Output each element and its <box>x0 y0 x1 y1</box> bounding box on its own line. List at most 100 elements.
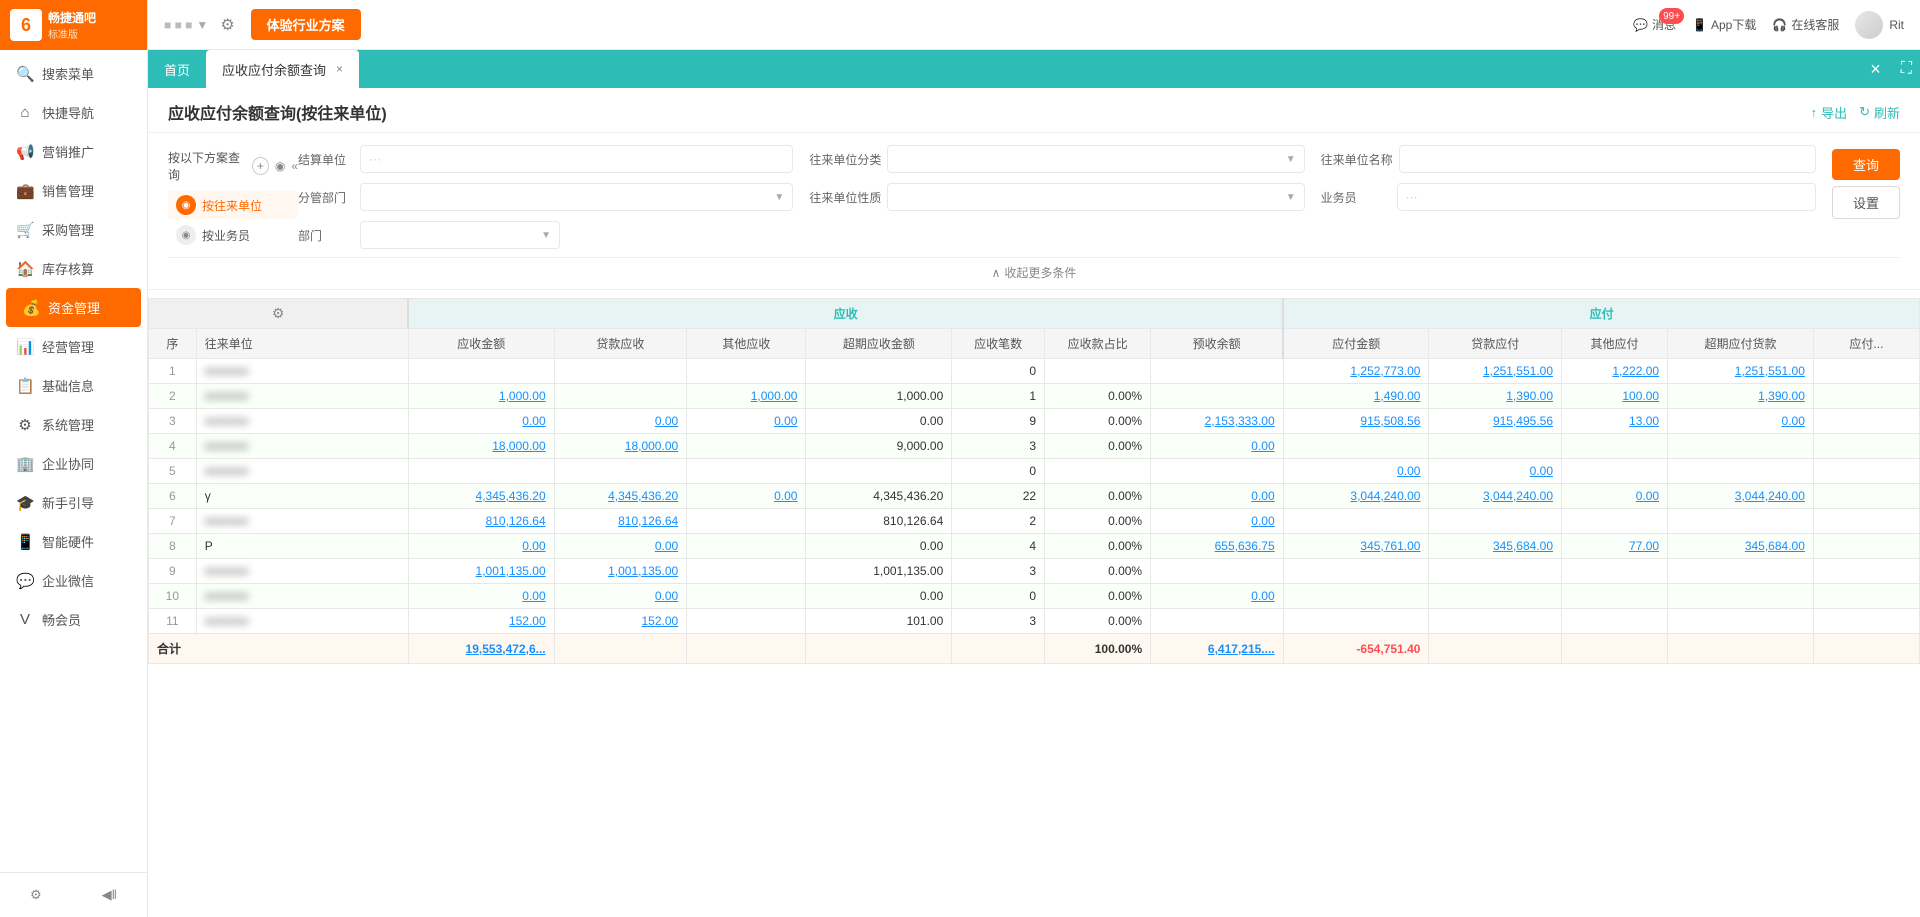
refresh-button[interactable]: ↻ 刷新 <box>1859 103 1900 122</box>
category-dropdown[interactable]: ▼ <box>887 145 1304 173</box>
dept-dropdown[interactable]: ▼ <box>360 221 560 249</box>
table-cell[interactable]: 3,044,240.00 <box>1283 484 1429 509</box>
sidebar-item-enterprise[interactable]: 🏢企业协同 <box>0 444 147 483</box>
sidebar-item-purchase[interactable]: 🛒采购管理 <box>0 210 147 249</box>
table-cell[interactable]: 1,390.00 <box>1429 384 1562 409</box>
salesman-input[interactable]: ··· <box>1397 183 1816 211</box>
table-cell[interactable]: 2,153,333.00 <box>1151 409 1284 434</box>
sidebar-item-quicknav[interactable]: ⌂快捷导航 <box>0 93 147 132</box>
table-cell: ■■■■■■ <box>196 409 408 434</box>
sidebar-item-wechat[interactable]: 💬企业微信 <box>0 561 147 600</box>
table-cell[interactable]: 18,000.00 <box>554 434 687 459</box>
table-cell[interactable]: 915,508.56 <box>1283 409 1429 434</box>
table-cell[interactable]: 810,126.64 <box>554 509 687 534</box>
table-cell[interactable]: 0.00 <box>1151 434 1284 459</box>
tab-close-icon[interactable]: × <box>336 62 343 76</box>
gear-icon[interactable]: ⚙ <box>220 15 234 35</box>
table-cell[interactable]: 100.00 <box>1562 384 1668 409</box>
dept-mgr-dropdown[interactable]: ▼ <box>360 183 793 211</box>
table-cell[interactable]: 345,684.00 <box>1429 534 1562 559</box>
export-button[interactable]: ↑ 导出 <box>1811 103 1848 122</box>
service-action[interactable]: 🎧 在线客服 <box>1772 16 1839 33</box>
table-cell[interactable]: 0.00 <box>408 409 554 434</box>
query-button[interactable]: 查询 <box>1832 149 1900 180</box>
filter-collapse-icon[interactable]: « <box>291 159 298 173</box>
sidebar-item-search[interactable]: 🔍搜索菜单 <box>0 54 147 93</box>
footer-collapse[interactable]: ◀‖ <box>90 881 129 909</box>
query-by-partner[interactable]: ◉ 按往来单位 <box>168 191 298 219</box>
tab-home[interactable]: 首页 <box>148 50 206 88</box>
nature-dropdown[interactable]: ▼ <box>887 183 1304 211</box>
tfoot-label: 合计 <box>149 634 409 664</box>
sidebar-item-hardware[interactable]: 📱智能硬件 <box>0 522 147 561</box>
sidebar-item-sales[interactable]: 💼销售管理 <box>0 171 147 210</box>
table-cell[interactable]: 915,495.56 <box>1429 409 1562 434</box>
table-row: 7■■■■■■810,126.64810,126.64810,126.6420.… <box>149 509 1920 534</box>
sidebar-item-vip[interactable]: V畅会员 <box>0 600 147 639</box>
set-button[interactable]: 设置 <box>1832 186 1900 219</box>
query-by-salesman[interactable]: ◉ 按业务员 <box>168 221 298 249</box>
table-cell[interactable]: 0.00 <box>554 409 687 434</box>
table-gear-icon[interactable]: ⚙ <box>272 305 285 321</box>
sidebar-item-system[interactable]: ⚙系统管理 <box>0 405 147 444</box>
tfoot-empty4 <box>952 634 1045 664</box>
table-cell[interactable]: 1,251,551.00 <box>1668 359 1814 384</box>
table-cell[interactable]: 4,345,436.20 <box>554 484 687 509</box>
table-cell[interactable]: 1,000.00 <box>687 384 806 409</box>
table-cell[interactable]: 1,001,135.00 <box>408 559 554 584</box>
table-cell[interactable]: 810,126.64 <box>408 509 554 534</box>
filter-row-2: 分管部门 ▼ 往来单位性质 ▼ <box>298 183 1816 211</box>
table-cell[interactable]: 1,390.00 <box>1668 384 1814 409</box>
table-cell[interactable]: 152.00 <box>554 609 687 634</box>
table-cell[interactable]: 0.00 <box>554 534 687 559</box>
table-cell[interactable]: 1,222.00 <box>1562 359 1668 384</box>
table-cell[interactable]: 655,636.75 <box>1151 534 1284 559</box>
tab-ar-query[interactable]: 应收应付余额查询 × <box>206 50 359 88</box>
table-cell[interactable]: 1,001,135.00 <box>554 559 687 584</box>
sidebar-item-capital[interactable]: 💰资金管理 <box>6 288 141 327</box>
collapse-btn[interactable]: ∧ 收起更多条件 <box>168 257 1900 281</box>
sidebar-item-operations[interactable]: 📊经营管理 <box>0 327 147 366</box>
table-cell[interactable]: 0.00 <box>408 584 554 609</box>
table-cell[interactable]: 345,761.00 <box>1283 534 1429 559</box>
settlement-input[interactable]: ··· <box>360 145 793 173</box>
table-cell[interactable]: 3,044,240.00 <box>1429 484 1562 509</box>
tab-bar-expand-icon[interactable]: ⛶ <box>1893 60 1920 78</box>
table-cell[interactable]: 4,345,436.20 <box>408 484 554 509</box>
table-cell[interactable]: 152.00 <box>408 609 554 634</box>
sidebar-item-basic[interactable]: 📋基础信息 <box>0 366 147 405</box>
table-cell[interactable]: 1,252,773.00 <box>1283 359 1429 384</box>
table-cell[interactable]: 345,684.00 <box>1668 534 1814 559</box>
table-cell[interactable]: 0.00 <box>1562 484 1668 509</box>
app-action[interactable]: 📱 App下载 <box>1692 16 1756 33</box>
table-cell[interactable]: 0.00 <box>1283 459 1429 484</box>
table-cell[interactable]: 0.00 <box>687 484 806 509</box>
table-cell[interactable]: 1,490.00 <box>1283 384 1429 409</box>
filter-settings-icon[interactable]: ◉ <box>275 159 285 173</box>
table-cell[interactable]: 0.00 <box>1151 484 1284 509</box>
table-cell[interactable]: 1,251,551.00 <box>1429 359 1562 384</box>
table-cell[interactable]: 3,044,240.00 <box>1668 484 1814 509</box>
table-cell[interactable]: 0.00 <box>1151 509 1284 534</box>
table-cell[interactable]: 0.00 <box>1429 459 1562 484</box>
footer-settings[interactable]: ⚙ <box>18 881 54 909</box>
sidebar-item-guide[interactable]: 🎓新手引导 <box>0 483 147 522</box>
page-container: 应收应付余额查询(按往来单位) ↑ 导出 ↻ 刷新 按以下方案查询 <box>148 88 1920 917</box>
message-action[interactable]: 💬 消息 99+ <box>1633 16 1676 33</box>
table-cell[interactable]: 0.00 <box>408 534 554 559</box>
table-cell[interactable]: 1,000.00 <box>408 384 554 409</box>
name-input[interactable] <box>1399 145 1816 173</box>
tfoot-empty2 <box>687 634 806 664</box>
table-cell[interactable]: 13.00 <box>1562 409 1668 434</box>
filter-add-btn[interactable]: + <box>252 157 269 175</box>
cta-button[interactable]: 体验行业方案 <box>251 9 361 40</box>
table-cell[interactable]: 77.00 <box>1562 534 1668 559</box>
sidebar-item-marketing[interactable]: 📢营销推广 <box>0 132 147 171</box>
table-cell[interactable]: 0.00 <box>1151 584 1284 609</box>
table-cell[interactable]: 0.00 <box>554 584 687 609</box>
table-cell[interactable]: 18,000.00 <box>408 434 554 459</box>
table-cell[interactable]: 0.00 <box>1668 409 1814 434</box>
sidebar-item-inventory[interactable]: 🏠库存核算 <box>0 249 147 288</box>
table-cell[interactable]: 0.00 <box>687 409 806 434</box>
tab-bar-close-icon[interactable]: × <box>1858 59 1893 80</box>
